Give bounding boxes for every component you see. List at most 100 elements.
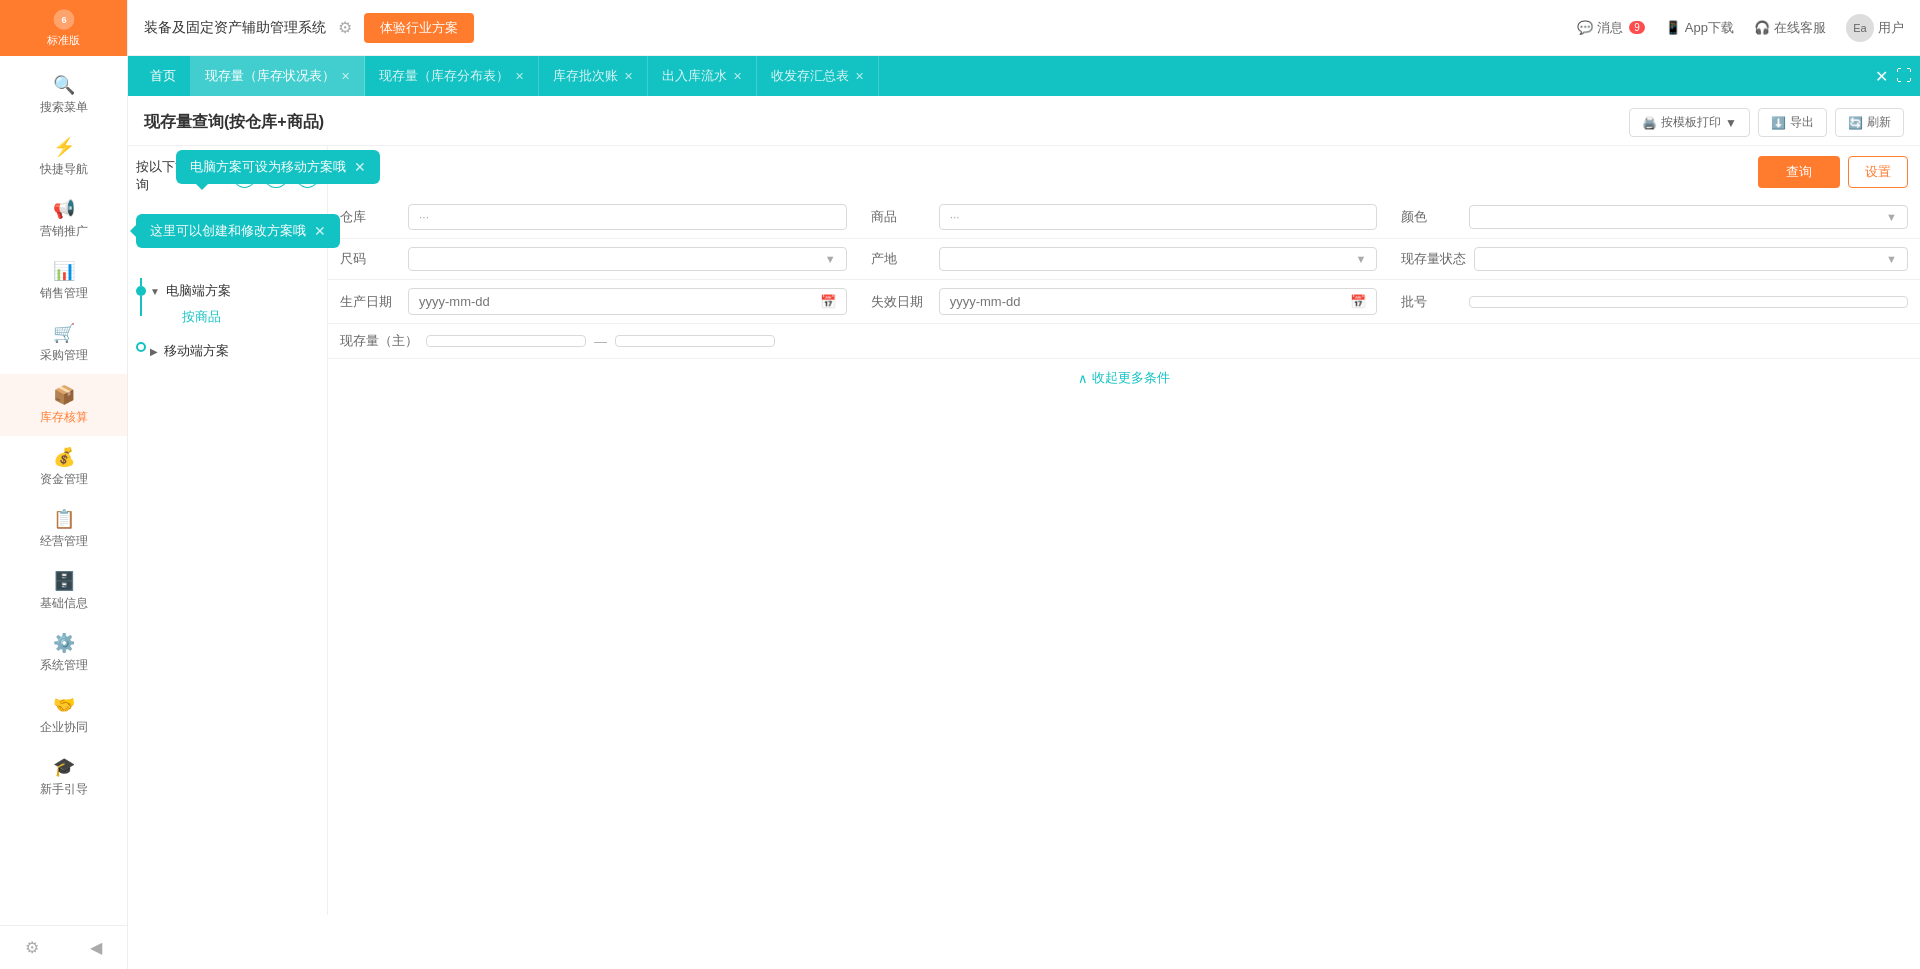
page-title-actions: 🖨️ 按模板打印 ▼ ⬇️ 导出 🔄 刷新 — [1629, 108, 1904, 137]
search-button[interactable]: 查询 — [1758, 156, 1840, 188]
inv-status-dropdown-icon: ▼ — [1886, 253, 1897, 265]
header-gear-icon[interactable]: ⚙ — [338, 18, 352, 37]
tab-inventory-dist[interactable]: 现存量（库存分布表） ✕ — [365, 56, 539, 96]
sidebar-item-sales[interactable]: 📊 销售管理 — [0, 250, 127, 312]
scheme-mobile-arrow: ▶ — [150, 346, 158, 357]
scheme-mobile[interactable]: ▶ 移动端方案 — [150, 338, 229, 364]
production-date-input[interactable]: 📅 — [408, 288, 847, 315]
system-icon: ⚙️ — [53, 632, 75, 654]
purchase-icon: 🛒 — [53, 322, 75, 344]
sidebar-item-enterprise[interactable]: 🤝 企业协同 — [0, 684, 127, 746]
goods-input[interactable]: ··· — [939, 204, 1378, 230]
sidebar-item-label: 资金管理 — [40, 471, 88, 488]
refresh-label: 刷新 — [1867, 114, 1891, 131]
marketing-icon: 📢 — [53, 198, 75, 220]
export-button[interactable]: ⬇️ 导出 — [1758, 108, 1827, 137]
settings-icon[interactable]: ⚙ — [25, 938, 39, 957]
settings-form-button[interactable]: 设置 — [1848, 156, 1908, 188]
tab-inventory-status-label: 现存量（库存状况表） — [205, 67, 335, 85]
sales-icon: 📊 — [53, 260, 75, 282]
tab-collection-summary-label: 收发存汇总表 — [771, 67, 849, 85]
origin-label: 产地 — [871, 250, 931, 268]
sidebar-bottom: ⚙ ◀ — [0, 925, 127, 969]
sidebar-item-basic-info[interactable]: 🗄️ 基础信息 — [0, 560, 127, 622]
sidebar-item-label: 营销推广 — [40, 223, 88, 240]
user-item[interactable]: Ea 用户 — [1846, 14, 1904, 42]
scheme-pc-arrow: ▼ — [150, 286, 160, 297]
form-cell-inventory-main: 现存量（主） — — [328, 324, 1920, 359]
inventory-main-input-to[interactable] — [615, 335, 775, 347]
tab-in-out-flow[interactable]: 出入库流水 ✕ — [648, 56, 757, 96]
color-dropdown-icon: ▼ — [1886, 211, 1897, 223]
origin-dropdown-icon: ▼ — [1355, 253, 1366, 265]
size-select[interactable]: ▼ — [408, 247, 847, 271]
sidebar-item-search-menu[interactable]: 🔍 搜索菜单 — [0, 64, 127, 126]
color-label: 颜色 — [1401, 208, 1461, 226]
tab-collection-summary[interactable]: 收发存汇总表 ✕ — [757, 56, 879, 96]
page-title: 现存量查询(按仓库+商品) — [144, 112, 324, 133]
tab-close-all-icon[interactable]: ✕ — [1875, 67, 1888, 86]
color-select[interactable]: ▼ — [1469, 205, 1908, 229]
collapse-sidebar-icon[interactable]: ◀ — [90, 938, 102, 957]
basic-info-icon: 🗄️ — [53, 570, 75, 592]
tab-close-icon-2[interactable]: ✕ — [515, 70, 524, 83]
expiry-date-input[interactable]: 📅 — [939, 288, 1378, 315]
inventory-main-input-from[interactable] — [426, 335, 586, 347]
online-support-item[interactable]: 🎧 在线客服 — [1754, 19, 1826, 37]
tab-batch-account-label: 库存批次账 — [553, 67, 618, 85]
form-cell-size: 尺码 ▼ — [328, 239, 859, 280]
query-main: 现存量查询(按仓库+商品) 🖨️ 按模板打印 ▼ ⬇️ 导出 🔄 刷新 — [128, 96, 1920, 969]
export-icon: ⬇️ — [1771, 116, 1786, 130]
tab-close-icon-5[interactable]: ✕ — [855, 70, 864, 83]
refresh-icon: 🔄 — [1848, 116, 1863, 130]
header-left: 装备及固定资产辅助管理系统 ⚙ 体验行业方案 — [144, 13, 474, 43]
expiry-date-field[interactable] — [950, 294, 1347, 309]
export-label: 导出 — [1790, 114, 1814, 131]
experience-industry-button[interactable]: 体验行业方案 — [364, 13, 474, 43]
sidebar-logo: 6 标准版 — [0, 0, 127, 56]
sidebar-item-label: 库存核算 — [40, 409, 88, 426]
sidebar-item-quick-nav[interactable]: ⚡ 快捷导航 — [0, 126, 127, 188]
app-download-item[interactable]: 📱 App下载 — [1665, 19, 1734, 37]
avatar-text: Ea — [1853, 22, 1866, 34]
inventory-status-label: 现存量状态 — [1401, 250, 1466, 268]
scheme-pc[interactable]: ▼ 电脑端方案 — [150, 278, 231, 304]
warehouse-input[interactable]: ··· — [408, 204, 847, 230]
sidebar-item-inventory[interactable]: 📦 库存核算 — [0, 374, 127, 436]
tab-expand-icon[interactable]: ⛶ — [1896, 67, 1912, 85]
scheme-pc-label: 电脑端方案 — [166, 282, 231, 300]
tab-close-icon-3[interactable]: ✕ — [624, 70, 633, 83]
message-icon: 💬 — [1577, 20, 1593, 35]
batch-input[interactable] — [1469, 296, 1908, 308]
headset-icon: 🎧 — [1754, 20, 1770, 35]
tab-close-icon[interactable]: ✕ — [341, 70, 350, 83]
tooltip2-close-icon[interactable]: ✕ — [314, 223, 326, 239]
phone-icon: 📱 — [1665, 20, 1681, 35]
tooltip1-close-icon[interactable]: ✕ — [354, 159, 366, 175]
collapse-button[interactable]: ∧ 收起更多条件 — [328, 359, 1920, 397]
origin-select[interactable]: ▼ — [939, 247, 1378, 271]
tab-inventory-status[interactable]: 现存量（库存状况表） ✕ — [191, 56, 365, 96]
sidebar-item-system[interactable]: ⚙️ 系统管理 — [0, 622, 127, 684]
print-template-button[interactable]: 🖨️ 按模板打印 ▼ — [1629, 108, 1750, 137]
scheme-pc-child[interactable]: 按商品 — [150, 304, 231, 330]
sidebar-item-finance[interactable]: 💰 资金管理 — [0, 436, 127, 498]
tab-close-icon-4[interactable]: ✕ — [733, 70, 742, 83]
sidebar-item-marketing[interactable]: 📢 营销推广 — [0, 188, 127, 250]
empty-state: 1 请先选择要分析的方案 2 用过滤条件来缩小分析范围 — [128, 915, 1920, 969]
production-date-field[interactable] — [419, 294, 816, 309]
sidebar-item-operations[interactable]: 📋 经营管理 — [0, 498, 127, 560]
tab-home-label: 首页 — [150, 67, 176, 85]
production-date-label: 生产日期 — [340, 293, 400, 311]
refresh-button[interactable]: 🔄 刷新 — [1835, 108, 1904, 137]
size-dropdown-icon: ▼ — [825, 253, 836, 265]
tab-home[interactable]: 首页 — [136, 56, 191, 96]
message-item[interactable]: 💬 消息 9 — [1577, 19, 1645, 37]
calendar-icon-production: 📅 — [820, 294, 836, 309]
main-content: 装备及固定资产辅助管理系统 ⚙ 体验行业方案 💬 消息 9 📱 App下载 🎧 … — [128, 0, 1920, 969]
sidebar-item-newbie[interactable]: 🎓 新手引导 — [0, 746, 127, 808]
sidebar-item-purchase[interactable]: 🛒 采购管理 — [0, 312, 127, 374]
batch-label: 批号 — [1401, 293, 1461, 311]
inventory-status-select[interactable]: ▼ — [1474, 247, 1908, 271]
tab-batch-account[interactable]: 库存批次账 ✕ — [539, 56, 648, 96]
